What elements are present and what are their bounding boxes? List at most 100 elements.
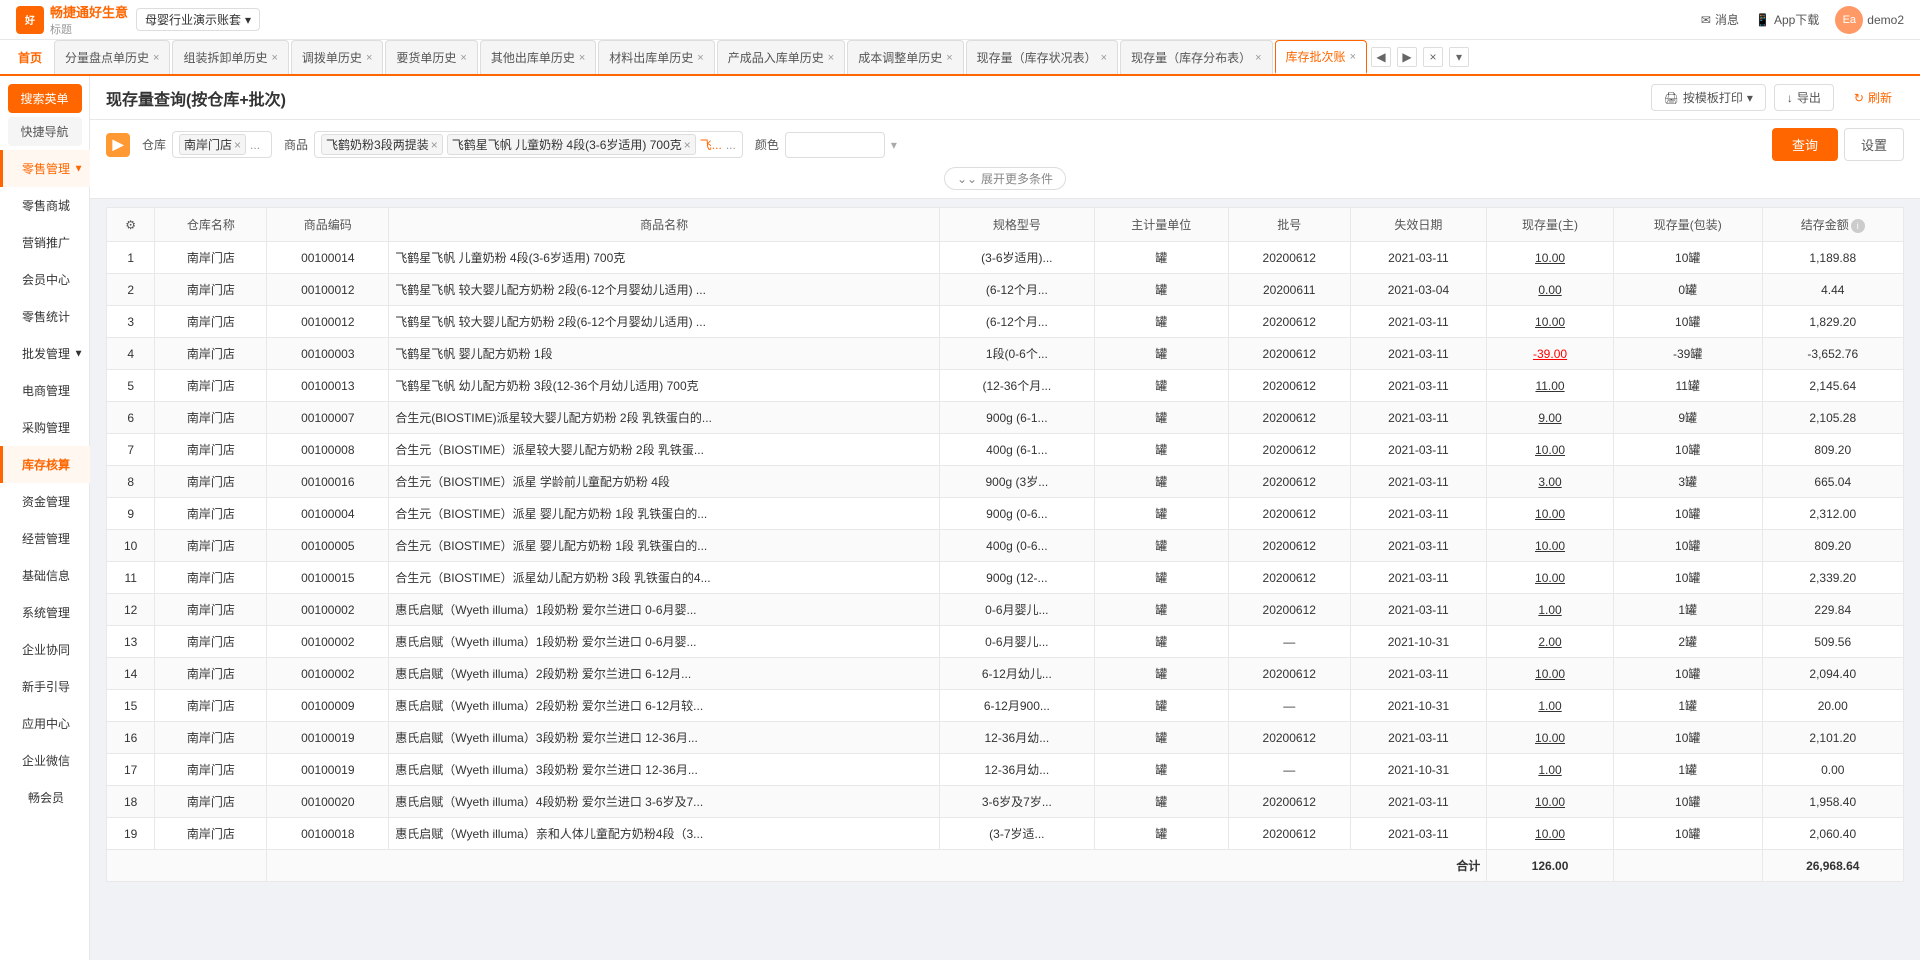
tab-ku-pi-ci[interactable]: 库存批次账 × (1275, 40, 1367, 74)
tab-home[interactable]: 首页 (8, 40, 52, 74)
qty-main-cell[interactable]: 3.00 (1487, 466, 1614, 498)
sidebar-item-retail[interactable]: 零售管理▼ (0, 150, 90, 187)
table-row: 8 南岸门店 00100016 合生元（BIOSTIME）派星 学龄前儿童配方奶… (107, 466, 1904, 498)
expand-more-btn[interactable]: ⌄⌄ 展开更多条件 (944, 167, 1066, 190)
sidebar-item-system[interactable]: 系统管理 (0, 594, 90, 631)
sidebar-item-guide[interactable]: 新手引导 (0, 668, 90, 705)
qty-main-cell[interactable]: 10.00 (1487, 498, 1614, 530)
tab-cai-liao[interactable]: 材料出库单历史 × (598, 40, 714, 74)
message-btn[interactable]: ✉ 消息 (1701, 11, 1739, 28)
close-icon[interactable]: × (828, 52, 834, 64)
filter-expand-btn[interactable]: ▶ (106, 133, 130, 157)
table-row: 10 南岸门店 00100005 合生元（BIOSTIME）派星 婴儿配方奶粉 … (107, 530, 1904, 562)
chevron-down-icon[interactable]: ▾ (891, 138, 897, 152)
sidebar-item-member[interactable]: 会员中心 (0, 261, 90, 298)
sidebar-item-inventory[interactable]: 库存核算 (0, 446, 90, 483)
close-icon[interactable]: × (460, 52, 466, 64)
tab-qi-ta[interactable]: 其他出库单历史 × (480, 40, 596, 74)
close-icon[interactable]: × (697, 52, 703, 64)
sidebar-item-finance[interactable]: 资金管理 (0, 483, 90, 520)
qty-main-cell[interactable]: 10.00 (1487, 562, 1614, 594)
qty-main-cell[interactable]: 0.00 (1487, 274, 1614, 306)
close-icon[interactable]: × (271, 52, 277, 64)
setting-btn[interactable]: 设置 (1844, 128, 1904, 161)
user-area[interactable]: Ea demo2 (1835, 6, 1904, 34)
tab-xian-cun-fenpei[interactable]: 现存量（库存分布表） × (1120, 40, 1272, 74)
sidebar-item-company[interactable]: 企业协同 (0, 631, 90, 668)
industry-select[interactable]: 母婴行业演示账套 ▾ (136, 8, 260, 31)
product-name-cell: 合生元(BIOSTIME)派星较大婴儿配方奶粉 2段 乳铁蛋白的... (389, 402, 940, 434)
gear-icon[interactable]: ⚙ (125, 218, 136, 232)
info-icon[interactable]: i (1851, 219, 1865, 233)
sidebar-item-shop[interactable]: 零售商城 (0, 187, 90, 224)
qty-main-cell[interactable]: 11.00 (1487, 370, 1614, 402)
tab-xian-cun-kucun[interactable]: 现存量（库存状况表） × (966, 40, 1118, 74)
qty-main-cell[interactable]: 10.00 (1487, 818, 1614, 850)
close-icon[interactable]: × (1255, 52, 1261, 64)
export-btn[interactable]: ↓ 导出 (1774, 84, 1834, 111)
qty-main-cell[interactable]: -39.00 (1487, 338, 1614, 370)
qty-main-cell[interactable]: 9.00 (1487, 402, 1614, 434)
qty-pkg-cell: 10罐 (1613, 562, 1762, 594)
product-name-cell: 惠氏启赋（Wyeth illuma）1段奶粉 爱尔兰进口 0-6月婴... (389, 594, 940, 626)
sidebar-item-operation[interactable]: 经营管理 (0, 520, 90, 557)
qty-main-cell[interactable]: 2.00 (1487, 626, 1614, 658)
sidebar-item-stat[interactable]: 零售统计 (0, 298, 90, 335)
app-download-btn[interactable]: 📱 App下载 (1755, 11, 1819, 28)
warehouse-input[interactable]: 南岸门店 × ... (172, 131, 272, 158)
product-input[interactable]: 飞鹤奶粉3段两提装 × 飞鹤星飞帆 儿童奶粉 4段(3-6岁适用) 700克 ×… (314, 131, 743, 158)
remove-product2-icon[interactable]: × (684, 138, 691, 152)
col-batch: 批号 (1228, 208, 1350, 242)
tab-nav-next[interactable]: ▶ (1397, 47, 1417, 67)
qty-main-cell[interactable]: 10.00 (1487, 722, 1614, 754)
sidebar-item-apps[interactable]: 应用中心 (0, 705, 90, 742)
sidebar-item-wechat[interactable]: 企业微信 (0, 742, 90, 779)
tab-diao-bo[interactable]: 调拨单历史 × (291, 40, 383, 74)
sidebar-item-basic[interactable]: 基础信息 (0, 557, 90, 594)
table-row: 14 南岸门店 00100002 惠氏启赋（Wyeth illuma）2段奶粉 … (107, 658, 1904, 690)
qty-main-cell[interactable]: 1.00 (1487, 594, 1614, 626)
product-label: 商品 (284, 136, 308, 153)
remove-warehouse-icon[interactable]: × (234, 138, 241, 152)
sidebar-item-changyuan[interactable]: 畅会员 (0, 779, 90, 816)
sidebar-search-btn[interactable]: 搜索英单 (8, 84, 82, 113)
close-icon[interactable]: × (1350, 51, 1356, 63)
tab-chan-pin[interactable]: 产成品入库单历史 × (717, 40, 845, 74)
sidebar-item-purchase[interactable]: 采购管理 (0, 409, 90, 446)
filter-group-color: 颜色 ▾ (755, 132, 897, 158)
print-btn[interactable]: 🖨 按模板打印 ▾ (1651, 84, 1766, 111)
close-icon[interactable]: × (1101, 52, 1107, 64)
qty-main-cell[interactable]: 10.00 (1487, 658, 1614, 690)
refresh-btn[interactable]: ↻ 刷新 (1842, 85, 1904, 110)
color-input[interactable] (785, 132, 885, 158)
col-gear[interactable]: ⚙ (107, 208, 155, 242)
query-btn[interactable]: 查询 (1772, 128, 1838, 161)
tab-fen-pan[interactable]: 分量盘点单历史 × (54, 40, 170, 74)
close-icon[interactable]: × (366, 52, 372, 64)
close-icon[interactable]: × (946, 52, 952, 64)
qty-main-cell[interactable]: 1.00 (1487, 690, 1614, 722)
filter-more-icon[interactable]: ... (250, 138, 260, 152)
sidebar-item-wholesale[interactable]: 批发管理▼ (0, 335, 90, 372)
sidebar-item-ecommerce[interactable]: 电商管理 (0, 372, 90, 409)
filter-more-icon[interactable]: ... (726, 138, 736, 152)
close-icon[interactable]: × (579, 52, 585, 64)
sidebar-item-marketing[interactable]: 营销推广 (0, 224, 90, 261)
table-row: 1 南岸门店 00100014 飞鹤星飞帆 儿童奶粉 4段(3-6岁适用) 70… (107, 242, 1904, 274)
remove-product1-icon[interactable]: × (431, 138, 438, 152)
tab-close-btn[interactable]: × (1423, 47, 1443, 67)
qty-main-cell[interactable]: 10.00 (1487, 786, 1614, 818)
sidebar-nav-btn[interactable]: 快捷导航 (8, 117, 82, 146)
tab-nav-prev[interactable]: ◀ (1371, 47, 1391, 67)
close-icon[interactable]: × (153, 52, 159, 64)
qty-main-cell[interactable]: 10.00 (1487, 434, 1614, 466)
tab-menu-btn[interactable]: ▾ (1449, 47, 1469, 67)
qty-main-cell[interactable]: 10.00 (1487, 306, 1614, 338)
qty-main-cell[interactable]: 1.00 (1487, 754, 1614, 786)
tab-cheng-ben[interactable]: 成本调整单历史 × (847, 40, 963, 74)
tab-yao-huo[interactable]: 要货单历史 × (385, 40, 477, 74)
amount-cell: -3,652.76 (1762, 338, 1903, 370)
qty-main-cell[interactable]: 10.00 (1487, 530, 1614, 562)
tab-zu-chai[interactable]: 组装拆卸单历史 × (172, 40, 288, 74)
qty-main-cell[interactable]: 10.00 (1487, 242, 1614, 274)
